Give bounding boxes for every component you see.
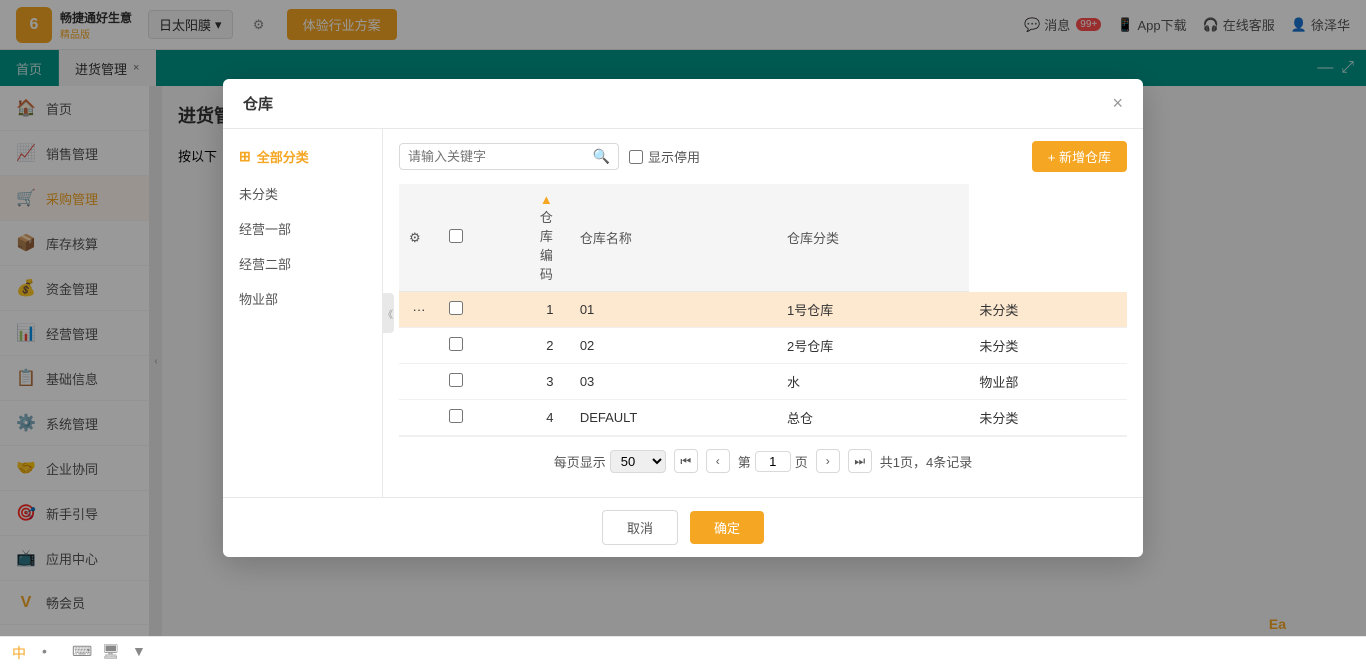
category-header[interactable]: ⊞ 全部分类 <box>223 141 382 176</box>
row-checkbox-3 <box>439 400 530 436</box>
grid-icon: ⊞ <box>239 148 251 165</box>
table-header-code: ▲仓库编码 <box>530 184 570 292</box>
row-select-3[interactable] <box>449 409 463 423</box>
statusbar-right: 中 • ⌨ 🖥 ▼ <box>12 643 152 663</box>
row-gear-0: ··· <box>399 292 439 328</box>
row-checkbox-0 <box>439 292 530 328</box>
page-suffix: 页 <box>795 452 808 471</box>
category-header-label: 全部分类 <box>257 147 309 166</box>
pagination: 每页显示 50 10 20 100 ⏮ ‹ 第 页 <box>399 436 1127 485</box>
table-row: ··· 1 01 1号仓库 未分类 <box>399 292 1127 328</box>
row-code-1: 02 <box>570 328 777 364</box>
category-unclassified[interactable]: 未分类 <box>223 176 382 211</box>
row-category-3: 未分类 <box>969 400 1127 436</box>
category-sidebar: ⊞ 全部分类 未分类 经营一部 经营二部 物业部 《 <box>223 129 383 497</box>
page-number-input[interactable] <box>755 451 791 472</box>
dialog-body: ⊞ 全部分类 未分类 经营一部 经营二部 物业部 《 🔍 <box>223 129 1143 497</box>
category-property[interactable]: 物业部 <box>223 281 382 316</box>
category-ops2[interactable]: 经营二部 <box>223 246 382 281</box>
confirm-button[interactable]: 确定 <box>690 511 764 544</box>
per-page-dropdown[interactable]: 50 10 20 100 <box>610 450 666 473</box>
row-select-1[interactable] <box>449 337 463 351</box>
category-collapse-button[interactable]: 《 <box>382 293 394 333</box>
table-row: 2 02 2号仓库 未分类 <box>399 328 1127 364</box>
row-name-2: 水 <box>777 364 969 400</box>
row-code-0: 01 <box>570 292 777 328</box>
cancel-button[interactable]: 取消 <box>602 510 678 545</box>
row-category-2: 物业部 <box>969 364 1127 400</box>
row-name-1: 2号仓库 <box>777 328 969 364</box>
search-box: 🔍 <box>399 143 619 170</box>
row-select-2[interactable] <box>449 373 463 387</box>
row-gear-2 <box>399 364 439 400</box>
table-row: 4 DEFAULT 总仓 未分类 <box>399 400 1127 436</box>
statusbar: Ea 中 • ⌨ 🖥 ▼ <box>0 636 1366 668</box>
dialog-header: 仓库 × <box>223 79 1143 129</box>
row-num-0: 1 <box>530 292 570 328</box>
statusbar-icon-arrow[interactable]: ▼ <box>132 643 152 663</box>
statusbar-icon-dot[interactable]: • <box>42 643 62 663</box>
dialog-title: 仓库 <box>243 93 273 114</box>
row-category-0: 未分类 <box>969 292 1127 328</box>
row-gear-3 <box>399 400 439 436</box>
warehouse-dialog: 仓库 × ⊞ 全部分类 未分类 经营一部 经营二部 物业部 《 <box>223 79 1143 557</box>
page-next-button[interactable]: › <box>816 449 840 473</box>
page-prev-button[interactable]: ‹ <box>706 449 730 473</box>
select-all-checkbox[interactable] <box>449 229 463 243</box>
row-select-0[interactable] <box>449 301 463 315</box>
table-header-row: ⚙ ▲仓库编码 仓库名称 仓库分类 <box>399 184 1127 292</box>
dialog-footer: 取消 确定 <box>223 497 1143 557</box>
row-num-2: 3 <box>530 364 570 400</box>
table-header-gear: ⚙ <box>399 184 439 292</box>
row-code-3: DEFAULT <box>570 400 777 436</box>
row-num-1: 2 <box>530 328 570 364</box>
page-input: 第 页 <box>738 451 808 472</box>
table-header-name: 仓库名称 <box>570 184 777 292</box>
row-num-3: 4 <box>530 400 570 436</box>
add-warehouse-button[interactable]: + 新增仓库 <box>1032 141 1127 172</box>
row-code-2: 03 <box>570 364 777 400</box>
table-header-category: 仓库分类 <box>777 184 969 292</box>
page-first-button[interactable]: ⏮ <box>674 449 698 473</box>
row-checkbox-1 <box>439 328 530 364</box>
statusbar-icon-lang[interactable]: 中 <box>12 643 32 663</box>
show-disabled-text: 显示停用 <box>648 147 700 166</box>
warehouse-table: ⚙ ▲仓库编码 仓库名称 仓库分类 ··· 1 01 1号仓库 未分类 <box>399 184 1127 436</box>
page-size-select: 每页显示 50 10 20 100 <box>554 450 666 473</box>
page-label: 第 <box>738 452 751 471</box>
table-toolbar: 🔍 显示停用 + 新增仓库 <box>399 141 1127 172</box>
category-ops1[interactable]: 经营一部 <box>223 211 382 246</box>
row-name-3: 总仓 <box>777 400 969 436</box>
table-header-checkbox <box>439 184 530 292</box>
row-category-1: 未分类 <box>969 328 1127 364</box>
per-page-label: 每页显示 <box>554 452 606 471</box>
row-name-0: 1号仓库 <box>777 292 969 328</box>
modal-overlay: 仓库 × ⊞ 全部分类 未分类 经营一部 经营二部 物业部 《 <box>0 0 1366 636</box>
show-disabled-label[interactable]: 显示停用 <box>629 147 700 166</box>
row-gear-1 <box>399 328 439 364</box>
row-checkbox-2 <box>439 364 530 400</box>
total-label: 共1页，4条记录 <box>880 452 972 471</box>
show-disabled-checkbox[interactable] <box>629 150 643 164</box>
page-last-button[interactable]: ⏭ <box>848 449 872 473</box>
search-icon[interactable]: 🔍 <box>593 148 610 165</box>
statusbar-icon-keyboard[interactable]: ⌨ <box>72 643 92 663</box>
dialog-close-button[interactable]: × <box>1112 93 1123 114</box>
statusbar-icon-monitor[interactable]: 🖥 <box>102 643 122 663</box>
search-input[interactable] <box>408 149 587 164</box>
table-row: 3 03 水 物业部 <box>399 364 1127 400</box>
table-area: 🔍 显示停用 + 新增仓库 ⚙ ▲仓库编码 <box>383 129 1143 497</box>
